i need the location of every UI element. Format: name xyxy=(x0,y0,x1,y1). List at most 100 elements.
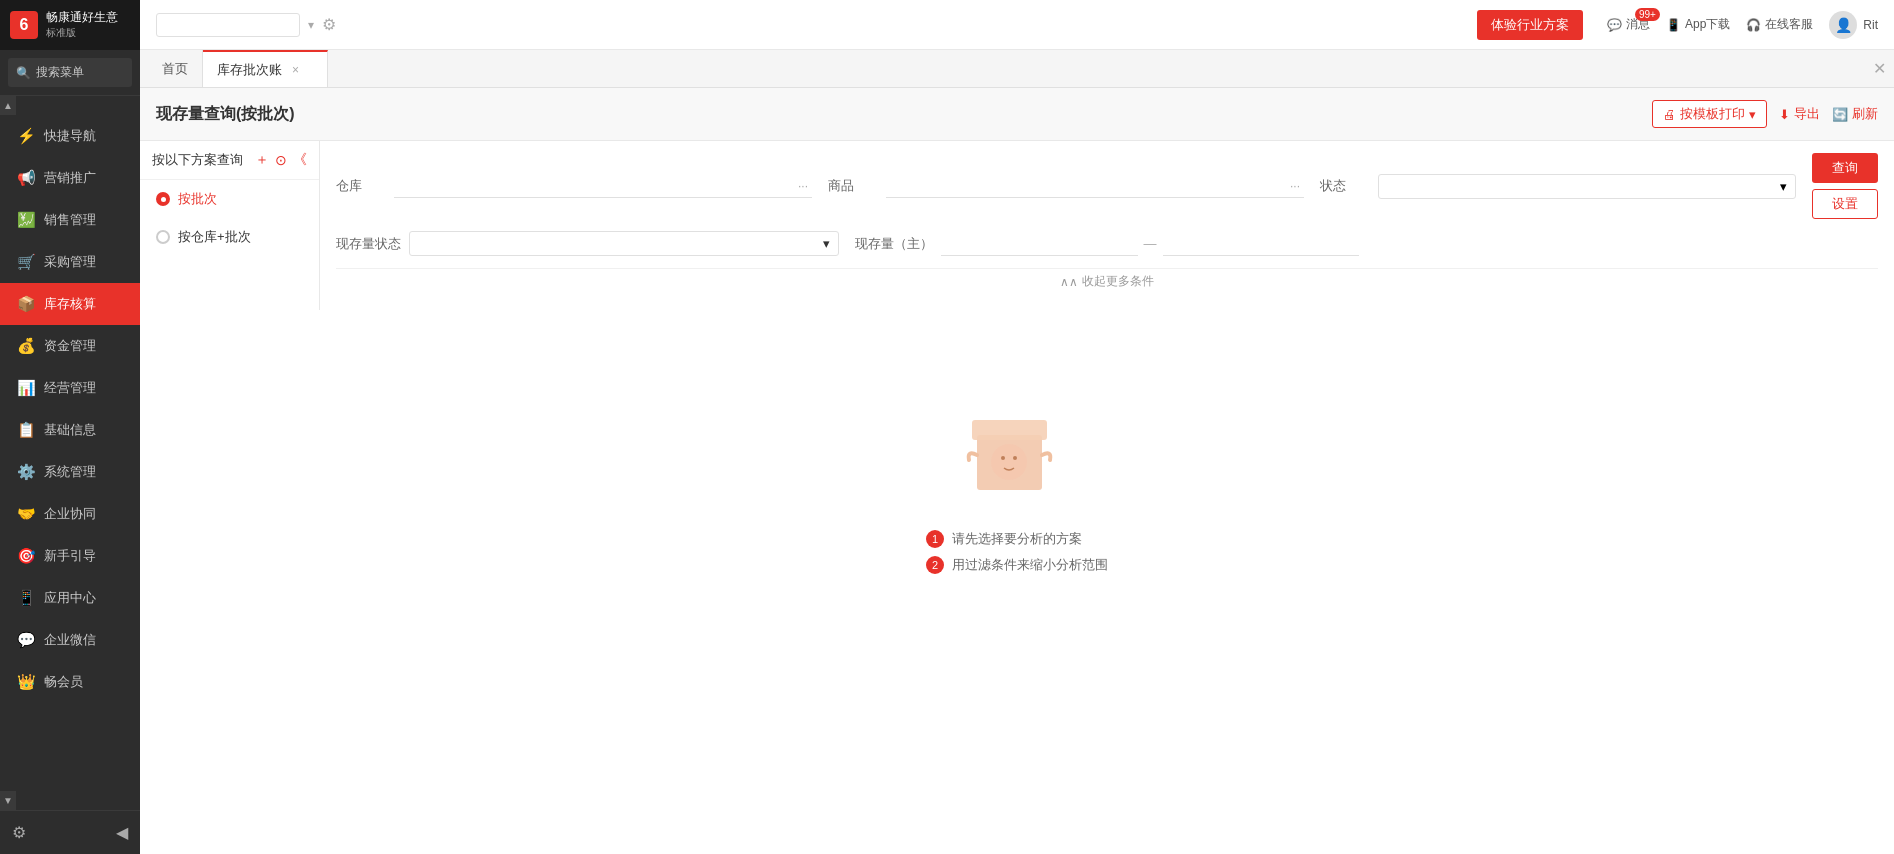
marketing-icon: 📢 xyxy=(16,168,36,188)
filter-option-by-warehouse-batch[interactable]: 按仓库+批次 xyxy=(140,218,319,256)
filter-field-inventory-status: 现存量状态 ▾ xyxy=(336,231,839,256)
sidebar-item-newbie[interactable]: 🎯 新手引导 xyxy=(0,535,140,577)
headset-icon: 🎧 xyxy=(1746,18,1761,32)
sidebar-item-marketing[interactable]: 📢 营销推广 xyxy=(0,157,140,199)
sidebar-item-finance[interactable]: 💰 资金管理 xyxy=(0,325,140,367)
action-buttons: 查询 设置 xyxy=(1812,153,1878,219)
topbar-dropdown-arrow[interactable]: ▾ xyxy=(308,18,314,32)
filter-option-by-batch[interactable]: 按批次 xyxy=(140,180,319,218)
empty-step-1: 1 请先选择要分析的方案 xyxy=(926,530,1108,548)
page-header: 现存量查询(按批次) 🖨 按模板打印 ▾ ⬇ 导出 🔄 刷新 xyxy=(140,88,1894,141)
filter-field-warehouse: 仓库 ··· xyxy=(336,174,812,198)
tab-inventory-batch[interactable]: 库存批次账 × xyxy=(203,50,328,87)
filter-field-inventory-qty: 现存量（主） — xyxy=(855,232,1358,256)
sidebar-item-operations[interactable]: 📊 经营管理 xyxy=(0,367,140,409)
empty-step-2: 2 用过滤条件来缩小分析范围 xyxy=(926,556,1108,574)
sidebar-item-quick-nav[interactable]: ⚡ 快捷导航 xyxy=(0,115,140,157)
operations-icon: 📊 xyxy=(16,378,36,398)
content-area: 现存量查询(按批次) 🖨 按模板打印 ▾ ⬇ 导出 🔄 刷新 xyxy=(140,88,1894,854)
inventory-icon: 📦 xyxy=(16,294,36,314)
settings-button[interactable]: 设置 xyxy=(1812,189,1878,219)
empty-illustration-svg xyxy=(957,390,1077,510)
filter-sidebar: 按以下方案查询 ＋ ⊙ 《 按批次 按仓库+批次 xyxy=(140,141,320,310)
status-label: 状态 xyxy=(1320,177,1370,195)
product-input-area: ··· xyxy=(886,174,1304,198)
filter-row-2: 现存量状态 ▾ 现存量（主） — xyxy=(336,231,1878,256)
filter-field-status: 状态 ▾ xyxy=(1320,174,1796,199)
sales-icon: 💹 xyxy=(16,210,36,230)
collapse-more-button[interactable]: ∧∧ 收起更多条件 xyxy=(336,268,1878,298)
tab-home[interactable]: 首页 xyxy=(148,50,203,87)
sidebar-nav: ⚡ 快捷导航 📢 营销推广 💹 销售管理 🛒 采购管理 📦 库存核算 💰 资金管… xyxy=(0,115,140,791)
quick-nav-icon: ⚡ xyxy=(16,126,36,146)
query-button[interactable]: 查询 xyxy=(1812,153,1878,183)
tab-close-icon[interactable]: × xyxy=(292,63,299,77)
filter-field-product: 商品 ··· xyxy=(828,174,1304,198)
filter-sidebar-header: 按以下方案查询 ＋ ⊙ 《 xyxy=(140,141,319,180)
add-filter-icon[interactable]: ＋ xyxy=(255,151,269,169)
finance-icon: 💰 xyxy=(16,336,36,356)
filter-main: 仓库 ··· 商品 ··· xyxy=(320,141,1894,310)
tabbar: 首页 库存批次账 × ✕ xyxy=(140,50,1894,88)
filter-sidebar-actions: ＋ ⊙ 《 xyxy=(255,151,307,169)
refresh-button[interactable]: 🔄 刷新 xyxy=(1832,105,1878,123)
messages-button[interactable]: 💬 消息 99+ xyxy=(1607,16,1650,33)
collapse-sidebar-icon[interactable]: 《 xyxy=(293,151,307,169)
range-separator: — xyxy=(1144,236,1157,251)
sidebar-item-app-center[interactable]: 📱 应用中心 xyxy=(0,577,140,619)
trial-industry-button[interactable]: 体验行业方案 xyxy=(1477,10,1583,40)
sidebar-item-purchase[interactable]: 🛒 采购管理 xyxy=(0,241,140,283)
settings-filter-icon[interactable]: ⊙ xyxy=(275,152,287,168)
product-dots-btn[interactable]: ··· xyxy=(1290,179,1300,193)
user-avatar-area[interactable]: 👤 Rit xyxy=(1829,11,1878,39)
svg-point-4 xyxy=(1013,456,1017,460)
sidebar-item-member[interactable]: 👑 畅会员 xyxy=(0,661,140,703)
member-icon: 👑 xyxy=(16,672,36,692)
sidebar-item-system[interactable]: ⚙️ 系统管理 xyxy=(0,451,140,493)
sidebar-search-area: 🔍 搜索菜单 xyxy=(0,50,140,96)
sidebar-bottom: ⚙ ◀ xyxy=(0,810,140,854)
sidebar-settings-button[interactable]: ⚙ xyxy=(8,819,30,846)
sidebar: 6 畅康通好生意 标准版 🔍 搜索菜单 ▲ ⚡ 快捷导航 📢 营销推广 💹 销售… xyxy=(0,0,140,854)
refresh-icon: 🔄 xyxy=(1832,107,1848,122)
page-title: 现存量查询(按批次) xyxy=(156,104,295,125)
step-1-num: 1 xyxy=(926,530,944,548)
filter-section-title: 按以下方案查询 xyxy=(152,151,243,169)
printer-icon: 🖨 xyxy=(1663,107,1676,122)
topbar-search-input[interactable] xyxy=(156,13,300,37)
message-badge: 99+ xyxy=(1635,8,1660,21)
warehouse-input[interactable] xyxy=(398,174,798,197)
print-button[interactable]: 🖨 按模板打印 ▾ xyxy=(1652,100,1767,128)
status-dropdown[interactable]: ▾ xyxy=(1378,174,1796,199)
sidebar-item-wechat[interactable]: 💬 企业微信 xyxy=(0,619,140,661)
online-service-button[interactable]: 🎧 在线客服 xyxy=(1746,16,1813,33)
export-icon: ⬇ xyxy=(1779,107,1790,122)
page-header-actions: 🖨 按模板打印 ▾ ⬇ 导出 🔄 刷新 xyxy=(1652,100,1878,128)
app-download-button[interactable]: 📱 App下载 xyxy=(1666,16,1730,33)
warehouse-dots-btn[interactable]: ··· xyxy=(798,179,808,193)
basic-icon: 📋 xyxy=(16,420,36,440)
sidebar-item-sales[interactable]: 💹 销售管理 xyxy=(0,199,140,241)
status-chevron-icon: ▾ xyxy=(1780,179,1787,194)
export-button[interactable]: ⬇ 导出 xyxy=(1779,105,1820,123)
inventory-qty-from[interactable] xyxy=(941,232,1137,256)
inventory-qty-range: — xyxy=(941,232,1358,256)
main-area: ▾ ⚙ 体验行业方案 💬 消息 99+ 📱 App下载 🎧 在线客服 👤 xyxy=(140,0,1894,854)
tabbar-close-button[interactable]: ✕ xyxy=(1873,59,1886,78)
search-menu-button[interactable]: 🔍 搜索菜单 xyxy=(8,58,132,87)
inventory-qty-to[interactable] xyxy=(1163,232,1359,256)
sidebar-item-enterprise[interactable]: 🤝 企业协同 xyxy=(0,493,140,535)
app-edition: 标准版 xyxy=(46,26,118,40)
empty-state: 1 请先选择要分析的方案 2 用过滤条件来缩小分析范围 xyxy=(140,310,1894,654)
warehouse-label: 仓库 xyxy=(336,177,386,195)
scroll-down-arrow[interactable]: ▼ xyxy=(0,791,16,810)
warehouse-input-area: ··· xyxy=(394,174,812,198)
topbar-settings-icon[interactable]: ⚙ xyxy=(322,15,336,34)
sidebar-collapse-button[interactable]: ◀ xyxy=(112,819,132,846)
svg-point-2 xyxy=(991,444,1027,480)
scroll-up-arrow[interactable]: ▲ xyxy=(0,96,16,115)
sidebar-item-basic[interactable]: 📋 基础信息 xyxy=(0,409,140,451)
inventory-status-select[interactable]: ▾ xyxy=(409,231,839,256)
product-input[interactable] xyxy=(890,174,1290,197)
sidebar-item-inventory[interactable]: 📦 库存核算 xyxy=(0,283,140,325)
